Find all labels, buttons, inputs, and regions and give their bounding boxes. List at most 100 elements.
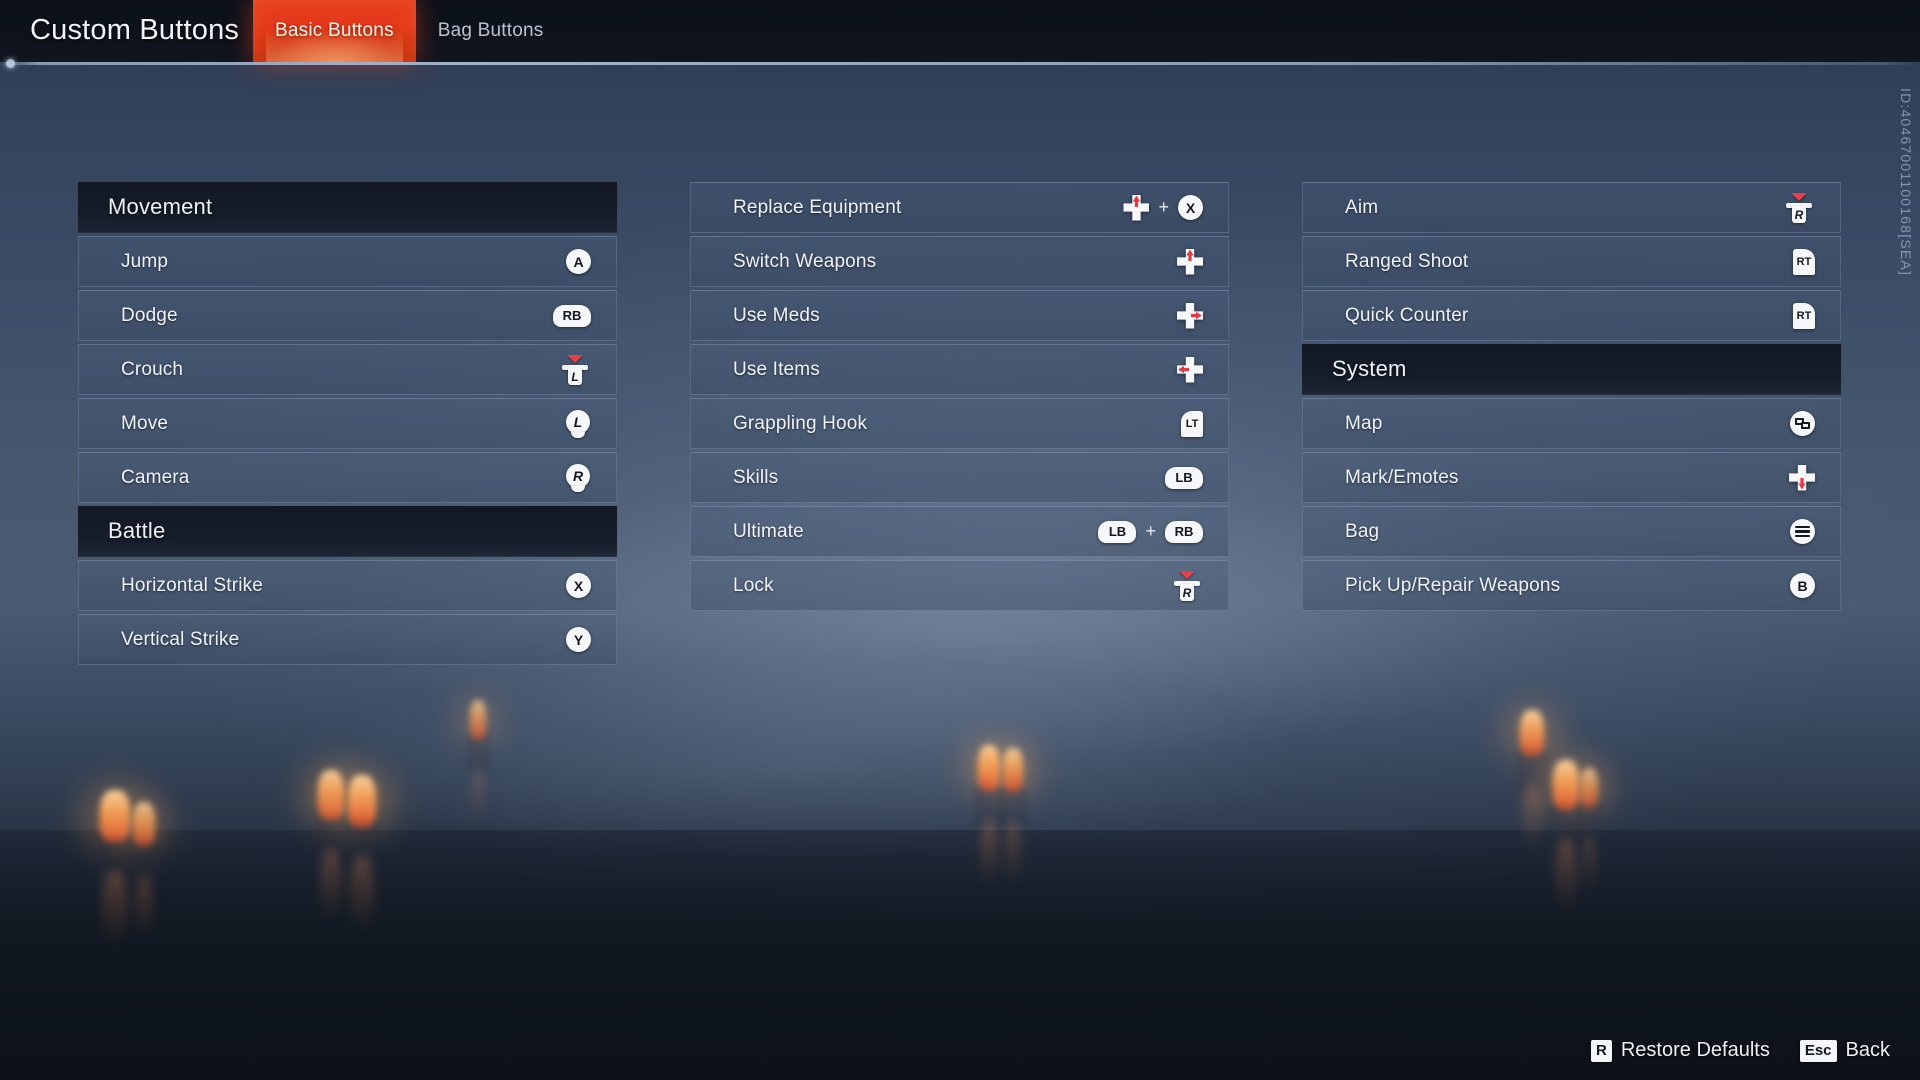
gamepad-button-b-icon: B [1790, 573, 1815, 598]
binding-keys: B [1790, 573, 1815, 598]
stick-base [571, 431, 585, 438]
binding-row[interactable]: Aim R [1302, 182, 1841, 233]
gamepad-button-a-icon: A [566, 249, 591, 274]
category-header-battle: Battle [78, 506, 617, 557]
binding-row[interactable]: Vertical Strike Y [78, 614, 617, 665]
binding-row[interactable]: Jump A [78, 236, 617, 287]
binding-row[interactable]: Bag [1302, 506, 1841, 557]
binding-label: Quick Counter [1345, 304, 1469, 326]
plus-separator: + [1145, 521, 1156, 541]
binding-row[interactable]: Crouch L [78, 344, 617, 395]
binding-label: Mark/Emotes [1345, 466, 1459, 488]
gamepad-menu-button-icon [1790, 519, 1815, 544]
binding-row[interactable]: Grappling Hook LT [690, 398, 1229, 449]
binding-label: Camera [121, 466, 190, 488]
gamepad-trigger-r-pressed-icon: R [1171, 570, 1203, 601]
binding-keys: RT [1793, 248, 1815, 275]
binding-label: Skills [733, 466, 779, 488]
binding-row[interactable]: Use Meds [690, 290, 1229, 341]
bindings-column-middle: Replace Equipment + X Switch Weapons Use Med… [690, 182, 1229, 614]
stick-ball: R [566, 463, 590, 488]
trigger-stem-label: L [568, 367, 582, 385]
gamepad-trigger-l-pressed-icon: L [559, 354, 591, 385]
tab-bag-buttons[interactable]: Bag Buttons [416, 0, 566, 62]
binding-label: Ultimate [733, 520, 804, 542]
binding-label: Horizontal Strike [121, 574, 263, 596]
gamepad-bumper-lb-icon: LB [1098, 520, 1137, 543]
tab-basic-buttons[interactable]: Basic Buttons [253, 0, 416, 62]
binding-row[interactable]: Pick Up/Repair Weapons B [1302, 560, 1841, 611]
binding-label: Ranged Shoot [1345, 250, 1469, 272]
binding-row[interactable]: Switch Weapons [690, 236, 1229, 287]
binding-label: Grappling Hook [733, 412, 868, 434]
footer-hint-label: Restore Defaults [1620, 1039, 1770, 1061]
binding-label: Switch Weapons [733, 250, 877, 272]
binding-row[interactable]: Horizontal Strike X [78, 560, 617, 611]
stick-base [571, 485, 585, 492]
binding-keys [1790, 411, 1815, 436]
gamepad-button-x-icon: X [566, 573, 591, 598]
binding-label: Move [121, 412, 169, 434]
binding-label: Map [1345, 412, 1383, 434]
gamepad-trigger-lt-icon: LT [1181, 410, 1203, 437]
binding-row[interactable]: Mark/Emotes [1302, 452, 1841, 503]
binding-label: Dodge [121, 304, 178, 326]
binding-keys [1789, 464, 1815, 491]
binding-label: Aim [1345, 196, 1379, 218]
binding-row[interactable]: Ultimate LB + RB [690, 506, 1229, 557]
binding-row[interactable]: Skills LB [690, 452, 1229, 503]
binding-row[interactable]: Replace Equipment + X [690, 182, 1229, 233]
binding-row[interactable]: Quick Counter RT [1302, 290, 1841, 341]
menu-line-b [1795, 530, 1810, 533]
binding-label: Use Meds [733, 304, 820, 326]
bindings-column-left: Movement Jump A Dodge RB Crouch L Move L Camera R B… [78, 182, 617, 668]
binding-keys [1177, 356, 1203, 383]
bindings-column-right: Aim R Ranged Shoot RT Quick Counter RT System M… [1302, 182, 1841, 614]
binding-keys: RB [553, 304, 591, 327]
binding-keys [1177, 248, 1203, 275]
binding-row[interactable]: Dodge RB [78, 290, 617, 341]
session-id-label: ID:40467001100168[SEA] [1898, 88, 1914, 277]
binding-row[interactable]: Map [1302, 398, 1841, 449]
binding-keys: X [566, 573, 591, 598]
gamepad-stick-r-icon: R [565, 463, 591, 492]
binding-keys: R [1171, 570, 1203, 601]
category-header-system: System [1302, 344, 1841, 395]
binding-keys: Y [566, 627, 591, 652]
footer-hint-key: Esc [1799, 1039, 1837, 1062]
binding-keys: L [559, 354, 591, 385]
top-bar: Custom Buttons Basic Buttons Bag Buttons [0, 0, 1920, 62]
trigger-stem-label: R [1180, 583, 1194, 601]
binding-label: Vertical Strike [121, 628, 240, 650]
gamepad-button-y-icon: Y [566, 627, 591, 652]
page-title: Custom Buttons [30, 14, 240, 46]
trigger-arrow-icon [567, 354, 583, 363]
view-rect-front [1801, 422, 1810, 429]
gamepad-button-x-icon: X [1178, 195, 1203, 220]
binding-keys [1177, 302, 1203, 329]
binding-row[interactable]: Ranged Shoot RT [1302, 236, 1841, 287]
plus-separator: + [1158, 197, 1169, 217]
menu-line-a [1795, 526, 1810, 529]
gamepad-bumper-rb-icon: RB [1165, 520, 1203, 543]
tab-bar: Basic Buttons Bag Buttons [253, 0, 566, 62]
trigger-arrow-icon [1791, 192, 1807, 201]
bindings-grid: Movement Jump A Dodge RB Crouch L Move L Camera R B… [0, 0, 1920, 1080]
gamepad-bumper-lb-icon: LB [1165, 466, 1203, 489]
binding-row[interactable]: Lock R [690, 560, 1229, 611]
gamepad-dpad-down-icon [1789, 464, 1815, 491]
binding-row[interactable]: Move L [78, 398, 617, 449]
gamepad-dpad-up-icon [1123, 194, 1150, 221]
binding-row[interactable]: Use Items [690, 344, 1229, 395]
binding-keys [1790, 519, 1815, 544]
gamepad-bumper-rb-icon: RB [553, 304, 591, 327]
binding-label: Pick Up/Repair Weapons [1345, 574, 1561, 596]
binding-row[interactable]: Camera R [78, 452, 617, 503]
trigger-stem-label: R [1792, 205, 1806, 223]
footer-hint-back[interactable]: Esc Back [1799, 1039, 1890, 1062]
binding-keys: L [565, 409, 591, 438]
gamepad-view-button-icon [1790, 411, 1815, 436]
footer-hint-restore-defaults[interactable]: R Restore Defaults [1590, 1039, 1770, 1062]
gamepad-stick-l-icon: L [565, 409, 591, 438]
binding-keys: R [565, 463, 591, 492]
